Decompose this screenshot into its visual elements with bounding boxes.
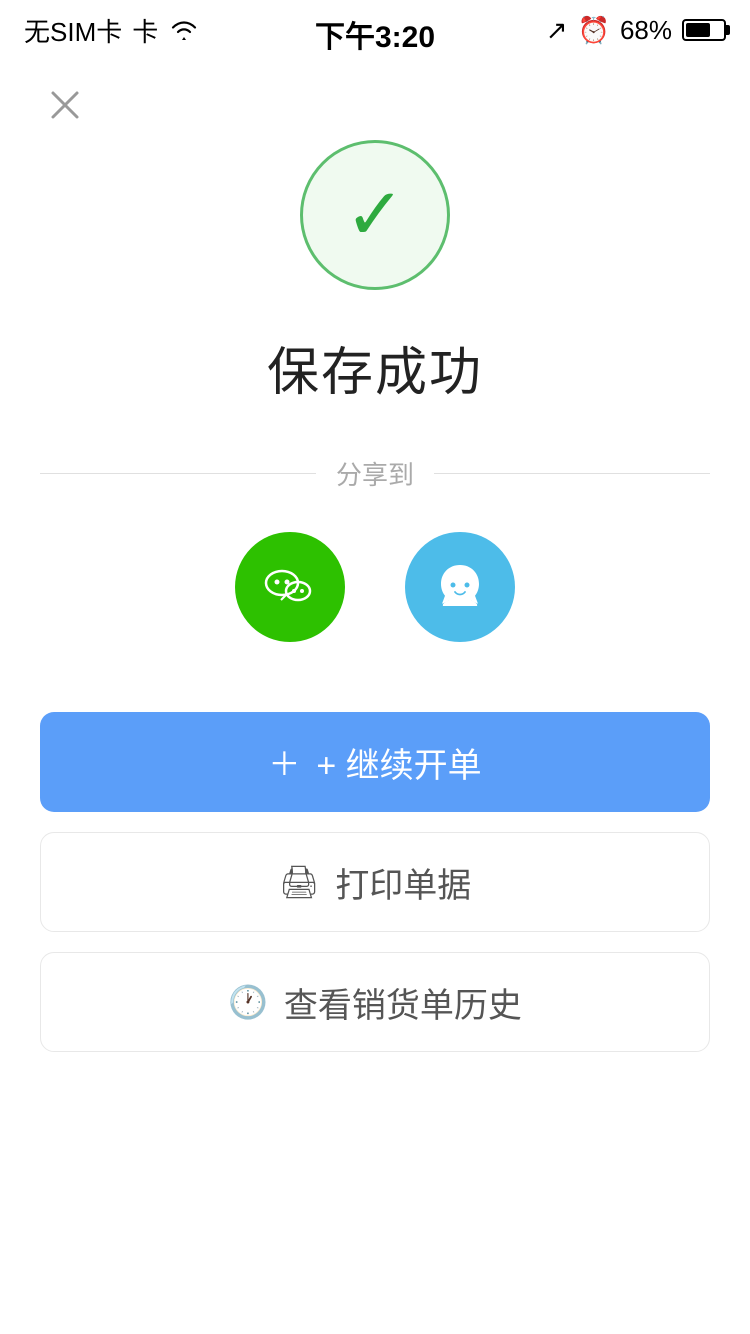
battery-fill [686,23,710,37]
close-icon [47,87,83,123]
share-divider: 分享到 [40,455,710,492]
carrier-label: 无SIM卡 [24,12,122,49]
success-circle: ✓ [300,140,450,290]
qq-share-button[interactable] [405,532,515,642]
print-button[interactable]: 🖨 打印单据 [40,832,710,932]
history-button[interactable]: 🕐 查看销货单历史 [40,952,710,1052]
divider-right [434,473,710,474]
main-content: ✓ 保存成功 分享到 [0,60,750,1334]
continue-label: + 继续开单 [316,738,481,787]
status-time: 下午3:20 [315,12,435,56]
divider-left [40,473,316,474]
battery-icon [682,19,726,41]
divider-label: 分享到 [336,455,414,492]
action-buttons: ＋ + 继续开单 🖨 打印单据 🕐 查看销货单历史 [40,712,710,1052]
close-button[interactable] [40,80,90,130]
success-title: 保存成功 [267,330,483,405]
alarm-icon: ⏰ [578,15,610,46]
print-label: 打印单据 [335,858,471,907]
history-icon: 🕐 [228,983,268,1021]
location-icon: ↗ [546,15,568,46]
status-left: 无SIM卡 卡 [24,12,200,49]
share-icons [235,532,515,642]
sim-icon: 卡 [132,12,158,49]
history-label: 查看销货单历史 [284,978,522,1027]
print-icon: 🖨 [279,863,320,901]
status-bar: 无SIM卡 卡 下午3:20 ↗ ⏰ 68% [0,0,750,60]
qq-icon [428,555,492,619]
wifi-icon [168,19,200,41]
battery-percent: 68% [620,15,672,46]
continue-icon: ＋ [268,739,300,785]
continue-button[interactable]: ＋ + 继续开单 [40,712,710,812]
wechat-share-button[interactable] [235,532,345,642]
status-right: ↗ ⏰ 68% [546,15,726,46]
checkmark-icon: ✓ [345,179,405,251]
wechat-icon [258,555,322,619]
